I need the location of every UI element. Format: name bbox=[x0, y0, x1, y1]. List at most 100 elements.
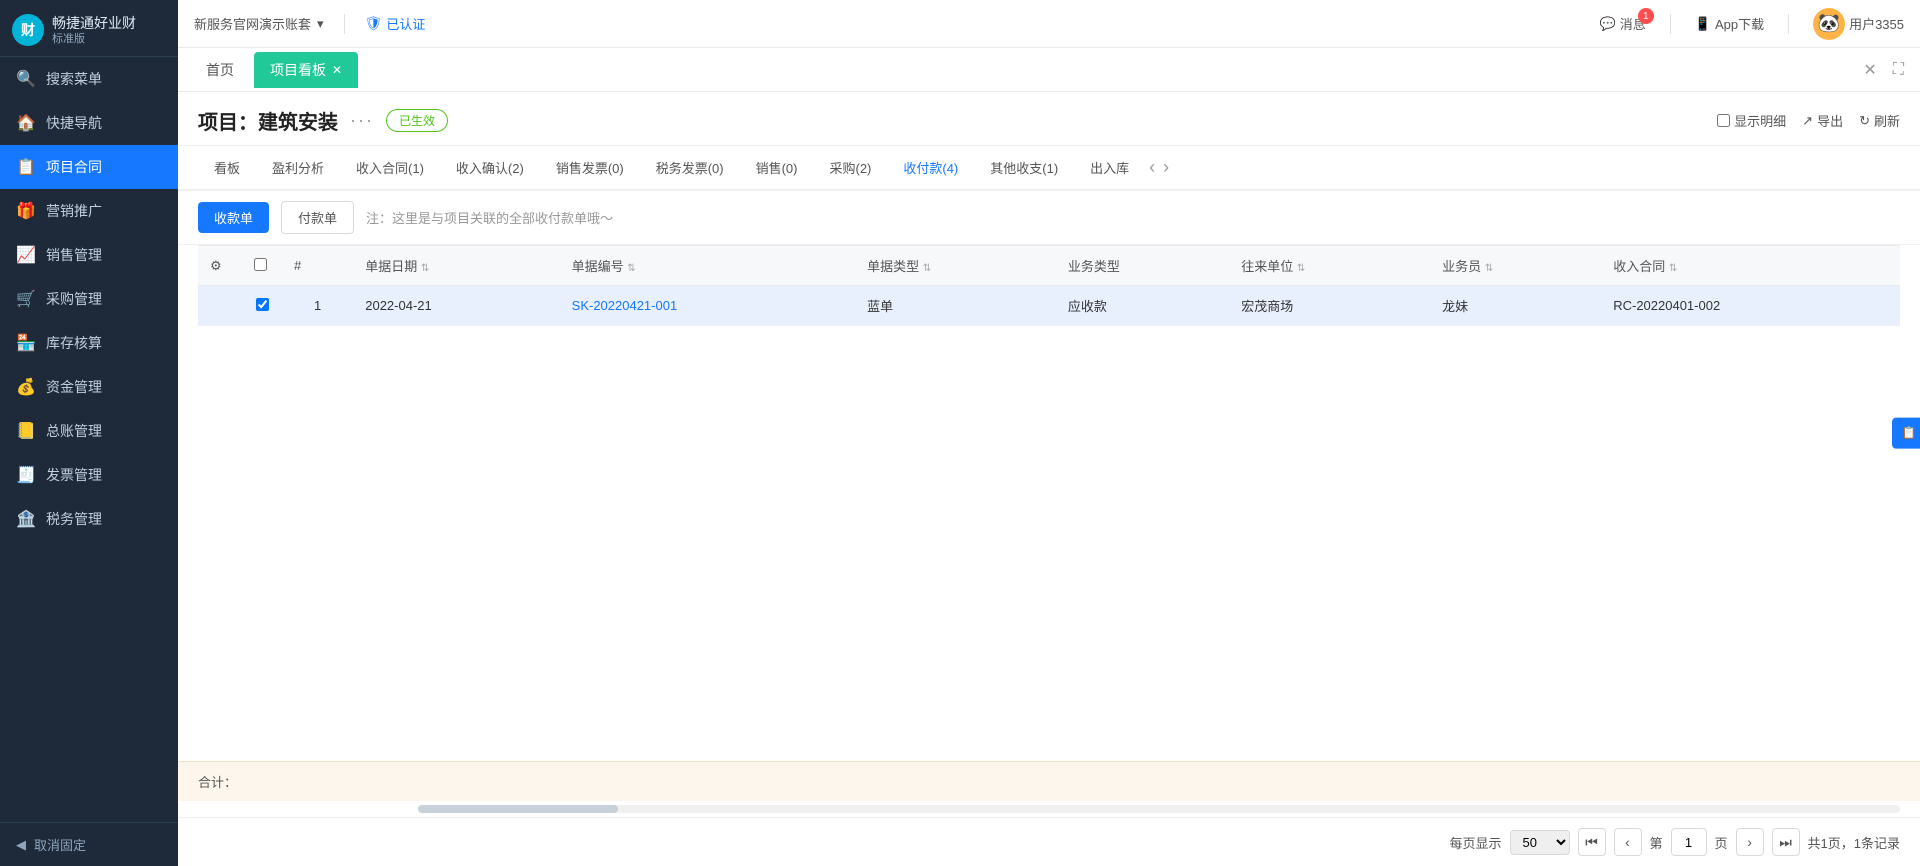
message-icon: 💬 bbox=[1600, 16, 1616, 32]
show-detail-input[interactable] bbox=[1717, 114, 1730, 127]
sidebar-item-ledger[interactable]: 📒 总账管理 bbox=[0, 409, 178, 453]
shield-icon: 🛡 bbox=[365, 15, 383, 32]
cell-code: SK-20220421-001 bbox=[560, 286, 855, 326]
show-detail-checkbox[interactable]: 显示明细 bbox=[1717, 111, 1786, 130]
user-menu[interactable]: 🐼 用户3355 bbox=[1813, 8, 1904, 40]
tab-close-icon[interactable]: ✕ bbox=[332, 63, 342, 77]
table-row[interactable]: 1 2022-04-21 SK-20220421-001 蓝单 应收款 宏茂商场… bbox=[198, 286, 1900, 326]
content: 项目：建筑安装 ··· 已生效 显示明细 ↗ 导出 ↻ 刷新 bbox=[178, 92, 1920, 866]
app-logo-text: 畅捷通好业财 标准版 bbox=[52, 14, 136, 46]
last-page-btn[interactable]: ⏭ bbox=[1772, 828, 1800, 856]
sub-tab-sales-invoice[interactable]: 销售发票(0) bbox=[540, 146, 640, 191]
sub-tab-income-contract[interactable]: 收入合同(1) bbox=[340, 146, 440, 191]
sub-tab-income-confirm[interactable]: 收入确认(2) bbox=[440, 146, 540, 191]
topbar-divider3 bbox=[1788, 14, 1789, 34]
page-input[interactable] bbox=[1671, 828, 1707, 856]
finance-icon: 💰 bbox=[16, 377, 36, 397]
account-selector[interactable]: 新服务官网演示账套 ▾ bbox=[194, 14, 324, 33]
code-link[interactable]: SK-20220421-001 bbox=[572, 298, 678, 313]
maximize-window-btn[interactable]: ⛶ bbox=[1889, 56, 1908, 84]
horizontal-scrollbar[interactable] bbox=[418, 805, 1900, 813]
sort-salesman-icon: ⇅ bbox=[1485, 263, 1493, 274]
invoice-icon: 🧾 bbox=[16, 465, 36, 485]
sidebar-item-quicknav[interactable]: 🏠 快捷导航 bbox=[0, 101, 178, 145]
project-status-badge: 已生效 bbox=[386, 109, 448, 132]
sidebar-item-invoice[interactable]: 🧾 发票管理 bbox=[0, 453, 178, 497]
tab-home[interactable]: 首页 bbox=[190, 52, 250, 88]
close-window-btn[interactable]: ✕ bbox=[1859, 56, 1880, 84]
next-page-btn[interactable]: › bbox=[1736, 828, 1764, 856]
sub-tab-payment[interactable]: 收付款(4) bbox=[887, 146, 974, 191]
messages-badge: 1 bbox=[1638, 8, 1654, 24]
sidebar-item-sales[interactable]: 📈 销售管理 bbox=[0, 233, 178, 277]
verified-label: 已认证 bbox=[386, 14, 425, 33]
project-icon: 📋 bbox=[16, 157, 36, 177]
sub-tabs-prev-arrow[interactable]: ‹ bbox=[1145, 157, 1159, 178]
sub-tab-sales[interactable]: 销售(0) bbox=[740, 146, 814, 191]
th-code[interactable]: 单据编号 ⇅ bbox=[560, 246, 855, 286]
th-contract[interactable]: 收入合同 ⇅ bbox=[1601, 246, 1900, 286]
row-checkbox[interactable] bbox=[256, 298, 269, 311]
data-table: ⚙ # 单据日期 ⇅ 单据编号 ⇅ 单据类型 ⇅ bbox=[198, 245, 1900, 326]
page-label: 页 bbox=[1715, 833, 1728, 852]
float-right-btn[interactable]: 📋 bbox=[1892, 418, 1920, 449]
refresh-icon: ↻ bbox=[1859, 113, 1870, 129]
total-row: 合计： bbox=[178, 761, 1920, 801]
gift-icon: 🎁 bbox=[16, 201, 36, 221]
tabbar: 首页 项目看板 ✕ ✕ ⛶ bbox=[178, 48, 1920, 92]
th-settings[interactable]: ⚙ bbox=[198, 246, 242, 286]
app-download-btn[interactable]: 📱 App下载 bbox=[1695, 14, 1764, 33]
sub-tabs-next-arrow[interactable]: › bbox=[1159, 157, 1173, 178]
verified-badge: 🛡 已认证 bbox=[365, 14, 426, 33]
cell-biz-type: 应收款 bbox=[1056, 286, 1229, 326]
tab-project-board[interactable]: 项目看板 ✕ bbox=[254, 52, 358, 88]
table-container: ⚙ # 单据日期 ⇅ 单据编号 ⇅ 单据类型 ⇅ bbox=[178, 245, 1920, 761]
sidebar: 财 畅捷通好业财 标准版 🔍 搜索菜单 🏠 快捷导航 📋 项目合同 🎁 营销推广… bbox=[0, 0, 178, 866]
refresh-btn[interactable]: ↻ 刷新 bbox=[1859, 111, 1900, 130]
table-body: 1 2022-04-21 SK-20220421-001 蓝单 应收款 宏茂商场… bbox=[198, 286, 1900, 326]
sort-partner-icon: ⇅ bbox=[1297, 263, 1305, 274]
scrollbar-thumb[interactable] bbox=[418, 805, 618, 813]
project-more-btn[interactable]: ··· bbox=[350, 110, 374, 131]
messages-btn[interactable]: 💬 消息 1 bbox=[1600, 14, 1646, 33]
th-date[interactable]: 单据日期 ⇅ bbox=[353, 246, 559, 286]
th-salesman[interactable]: 业务员 ⇅ bbox=[1430, 246, 1601, 286]
sidebar-item-search[interactable]: 🔍 搜索菜单 bbox=[0, 57, 178, 101]
phone-icon: 📱 bbox=[1695, 16, 1711, 32]
th-type[interactable]: 单据类型 ⇅ bbox=[855, 246, 1056, 286]
sub-tab-kanban[interactable]: 看板 bbox=[198, 146, 256, 191]
purchase-icon: 🛒 bbox=[16, 289, 36, 309]
project-header: 项目：建筑安装 ··· 已生效 显示明细 ↗ 导出 ↻ 刷新 bbox=[178, 92, 1920, 146]
sub-tab-other[interactable]: 其他收支(1) bbox=[974, 146, 1074, 191]
ledger-icon: 📒 bbox=[16, 421, 36, 441]
tax-icon: 🏦 bbox=[16, 509, 36, 529]
export-btn[interactable]: ↗ 导出 bbox=[1802, 111, 1843, 130]
sidebar-unpin[interactable]: ◀ 取消固定 bbox=[0, 822, 178, 866]
avatar: 🐼 bbox=[1813, 8, 1845, 40]
pagination: 每页显示 50 100 200 ⏮ ‹ 第 页 › ⏭ 共1页，1条记录 bbox=[178, 817, 1920, 866]
topbar-right: 💬 消息 1 📱 App下载 🐼 用户3355 bbox=[1600, 8, 1904, 40]
user-label: 用户3355 bbox=[1849, 14, 1904, 33]
tabbar-actions: ✕ ⛶ bbox=[1859, 56, 1908, 84]
sidebar-item-project[interactable]: 📋 项目合同 bbox=[0, 145, 178, 189]
inventory-icon: 🏪 bbox=[16, 333, 36, 353]
chevron-down-icon: ▾ bbox=[317, 16, 324, 32]
prev-page-btn[interactable]: ‹ bbox=[1614, 828, 1642, 856]
sidebar-item-marketing[interactable]: 🎁 营销推广 bbox=[0, 189, 178, 233]
sidebar-item-inventory[interactable]: 🏪 库存核算 bbox=[0, 321, 178, 365]
sales-icon: 📈 bbox=[16, 245, 36, 265]
th-partner[interactable]: 往来单位 ⇅ bbox=[1229, 246, 1430, 286]
sub-tab-purchase[interactable]: 采购(2) bbox=[813, 146, 887, 191]
sub-tab-tax-invoice[interactable]: 税务发票(0) bbox=[640, 146, 740, 191]
fukuan-btn[interactable]: 付款单 bbox=[281, 201, 354, 234]
first-page-btn[interactable]: ⏮ bbox=[1578, 828, 1606, 856]
sidebar-logo: 财 畅捷通好业财 标准版 bbox=[0, 0, 178, 57]
sidebar-item-purchase[interactable]: 🛒 采购管理 bbox=[0, 277, 178, 321]
sidebar-item-tax[interactable]: 🏦 税务管理 bbox=[0, 497, 178, 541]
sub-tab-inout[interactable]: 出入库 bbox=[1074, 146, 1145, 191]
sidebar-item-finance[interactable]: 💰 资金管理 bbox=[0, 365, 178, 409]
sub-tab-profit[interactable]: 盈利分析 bbox=[256, 146, 340, 191]
page-size-select[interactable]: 50 100 200 bbox=[1510, 830, 1570, 855]
shoukuan-btn[interactable]: 收款单 bbox=[198, 202, 269, 233]
select-all-checkbox[interactable] bbox=[254, 258, 267, 271]
